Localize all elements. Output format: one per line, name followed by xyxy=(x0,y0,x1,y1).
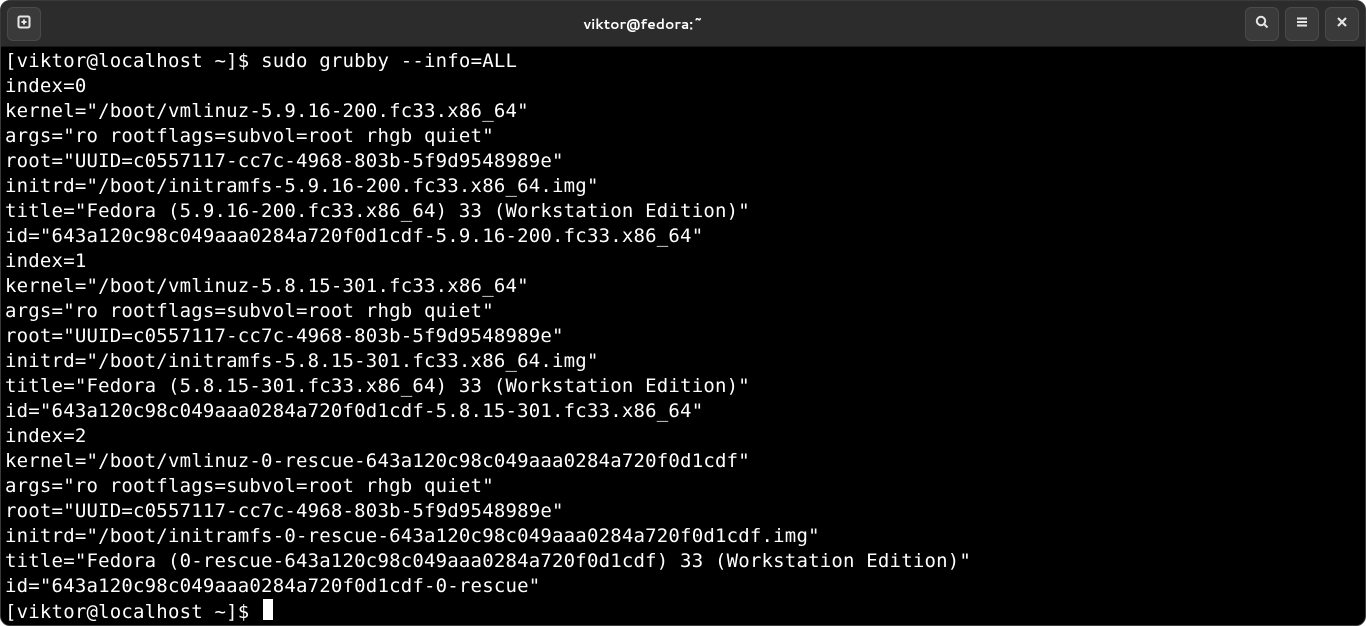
output-line: index=2 xyxy=(5,425,86,447)
output-line: title="Fedora (0-rescue-643a120c98c049aa… xyxy=(5,550,971,572)
output-line: initrd="/boot/initramfs-0-rescue-643a120… xyxy=(5,525,820,547)
output-line: title="Fedora (5.8.15-301.fc33.x86_64) 3… xyxy=(5,375,750,397)
search-icon xyxy=(1254,14,1270,34)
output-line: args="ro rootflags=subvol=root rhgb quie… xyxy=(5,125,494,147)
command-text: sudo grubby --info=ALL xyxy=(261,50,517,72)
output-line: root="UUID=c0557117-cc7c-4968-803b-5f9d9… xyxy=(5,325,564,347)
terminal-window: viktor@fedora:~ [viktor@localhost ~]$ su… xyxy=(0,0,1366,626)
window-title: viktor@fedora:~ xyxy=(41,14,1245,34)
output-line: id="643a120c98c049aaa0284a720f0d1cdf-5.9… xyxy=(5,225,703,247)
output-line: id="643a120c98c049aaa0284a720f0d1cdf-0-r… xyxy=(5,575,540,597)
new-tab-button[interactable] xyxy=(7,7,41,41)
output-line: index=1 xyxy=(5,250,86,272)
prompt: [viktor@localhost ~]$ xyxy=(5,601,261,623)
output-line: index=0 xyxy=(5,75,86,97)
search-button[interactable] xyxy=(1245,7,1279,41)
hamburger-icon xyxy=(1294,14,1310,34)
terminal-viewport[interactable]: [viktor@localhost ~]$ sudo grubby --info… xyxy=(1,47,1365,625)
output-line: args="ro rootflags=subvol=root rhgb quie… xyxy=(5,300,494,322)
output-line: id="643a120c98c049aaa0284a720f0d1cdf-5.8… xyxy=(5,400,703,422)
prompt: [viktor@localhost ~]$ xyxy=(5,50,261,72)
close-button[interactable] xyxy=(1325,7,1359,41)
cursor xyxy=(263,599,273,620)
output-line: initrd="/boot/initramfs-5.8.15-301.fc33.… xyxy=(5,350,599,372)
output-line: title="Fedora (5.9.16-200.fc33.x86_64) 3… xyxy=(5,200,750,222)
output-line: kernel="/boot/vmlinuz-5.9.16-200.fc33.x8… xyxy=(5,100,529,122)
output-line: initrd="/boot/initramfs-5.9.16-200.fc33.… xyxy=(5,175,599,197)
close-icon xyxy=(1334,14,1350,34)
new-tab-icon xyxy=(16,14,32,34)
output-line: kernel="/boot/vmlinuz-5.8.15-301.fc33.x8… xyxy=(5,275,529,297)
output-line: root="UUID=c0557117-cc7c-4968-803b-5f9d9… xyxy=(5,500,564,522)
menu-button[interactable] xyxy=(1285,7,1319,41)
output-line: kernel="/boot/vmlinuz-0-rescue-643a120c9… xyxy=(5,450,750,472)
output-line: root="UUID=c0557117-cc7c-4968-803b-5f9d9… xyxy=(5,150,564,172)
output-line: args="ro rootflags=subvol=root rhgb quie… xyxy=(5,475,494,497)
titlebar: viktor@fedora:~ xyxy=(1,1,1365,47)
